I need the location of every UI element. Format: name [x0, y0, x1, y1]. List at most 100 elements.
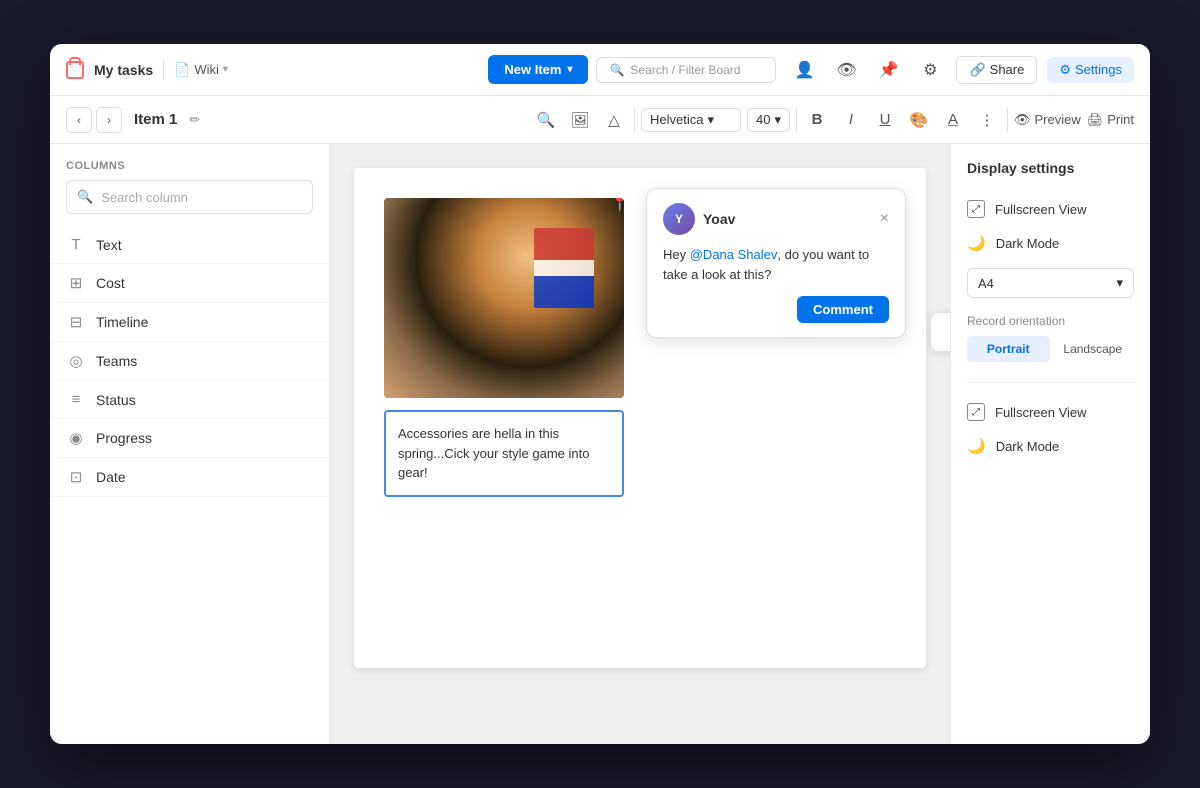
lock-icon — [66, 61, 84, 79]
moon-icon-2: 🌙 — [967, 437, 986, 455]
portrait-button[interactable]: Portrait — [967, 336, 1050, 362]
sidebar-item-timeline[interactable]: ⊟ Timeline — [50, 303, 329, 342]
print-icon: 🖨 — [1087, 112, 1104, 128]
page-size-dropdown[interactable]: A4 ▾ — [967, 268, 1134, 298]
sidebar-item-status[interactable]: ≡ Status — [50, 381, 329, 419]
display-settings-title: Display settings — [967, 160, 1134, 176]
toolbar-nav: ‹ › — [66, 107, 122, 133]
image-icon[interactable]: 🖼 — [566, 106, 594, 134]
align-left-button[interactable]: ≡ — [941, 319, 950, 345]
edit-icon[interactable]: ✏ — [189, 112, 200, 128]
print-button[interactable]: 🖨 Print — [1087, 112, 1134, 128]
landscape-button[interactable]: Landscape — [1052, 336, 1135, 362]
align-toolbar: ≡ ≡ ≡ ↕ ☰ ☰▾ — [930, 312, 950, 352]
dark-mode-row-2[interactable]: 🌙 Dark Mode — [967, 429, 1134, 463]
underline-button[interactable]: U — [871, 106, 899, 134]
search-icon: 🔍 — [77, 189, 93, 205]
share-icon: 🔗 — [969, 62, 985, 78]
doc-icon: 📄 — [174, 62, 190, 78]
cost-icon: ⊞ — [66, 274, 86, 292]
back-button[interactable]: ‹ — [66, 107, 92, 133]
forward-button[interactable]: › — [96, 107, 122, 133]
comment-bubble: Y Yoav × Hey @Dana Shalev, do you want t… — [646, 188, 906, 338]
main-content: Columns 🔍 Search column T Text ⊞ Cost ⊟ … — [50, 144, 1150, 744]
search-icon: 🔍 — [609, 63, 624, 77]
sidebar-item-date[interactable]: ⊡ Date — [50, 458, 329, 497]
topbar-left: My tasks 📄 Wiki ▾ — [66, 60, 476, 80]
preview-button[interactable]: 👁 Preview — [1014, 112, 1081, 128]
new-item-button[interactable]: New Item ▾ — [488, 55, 588, 84]
chevron-down-icon: ▾ — [567, 64, 572, 75]
sidebar-item-progress[interactable]: ◉ Progress — [50, 419, 329, 458]
sidebar-item-teams[interactable]: ◎ Teams — [50, 342, 329, 381]
orientation-title: Record orientation — [967, 314, 1134, 328]
topbar-center: New Item ▾ 🔍 Search / Filter Board — [488, 55, 776, 84]
editor-toolbar: ‹ › Item 1 ✏ 🔍 🖼 △ Helvetica ▾ 40 ▾ B I … — [50, 96, 1150, 144]
italic-button[interactable]: I — [837, 106, 865, 134]
settings-button[interactable]: ⚙ Settings — [1047, 57, 1134, 83]
moon-icon: 🌙 — [967, 234, 986, 252]
columns-title: Columns — [50, 160, 329, 180]
zoom-icon[interactable]: 🔍 — [532, 106, 560, 134]
my-tasks-label[interactable]: My tasks — [94, 62, 153, 78]
text-box[interactable]: Accessories are hella in this spring...C… — [384, 410, 624, 497]
orientation-options: Portrait Landscape — [967, 336, 1134, 362]
comment-header: Y Yoav × — [663, 203, 889, 235]
topbar: My tasks 📄 Wiki ▾ New Item ▾ 🔍 Search / … — [50, 44, 1150, 96]
fullscreen-row[interactable]: ⤢ Fullscreen View — [967, 192, 1134, 226]
commenter-name: Yoav — [703, 211, 735, 227]
status-icon: ≡ — [66, 391, 86, 408]
wiki-button[interactable]: 📄 Wiki ▾ — [174, 62, 228, 78]
highlight-icon[interactable]: 🎨 — [905, 106, 933, 134]
date-icon: ⊡ — [66, 468, 86, 486]
fullscreen-row-2[interactable]: ⤢ Fullscreen View — [967, 395, 1134, 429]
sidebar: Columns 🔍 Search column T Text ⊞ Cost ⊟ … — [50, 144, 330, 744]
divider — [634, 108, 635, 132]
chevron-down-icon: ▾ — [1116, 275, 1123, 291]
font-size-select[interactable]: 40 ▾ — [747, 108, 790, 132]
document-page: 📍 Accessories are hella in this spring..… — [354, 168, 926, 668]
close-icon[interactable]: × — [880, 210, 889, 228]
dark-mode-row[interactable]: 🌙 Dark Mode — [967, 226, 1134, 260]
fullscreen-icon: ⤢ — [967, 200, 985, 218]
chevron-down-icon: ▾ — [707, 112, 714, 128]
font-family-select[interactable]: Helvetica ▾ — [641, 108, 741, 132]
comment-submit-button[interactable]: Comment — [797, 296, 889, 323]
chevron-down-icon: ▾ — [223, 64, 228, 75]
pin-icon[interactable]: 📌 — [872, 54, 904, 86]
canvas-area: ≡ ≡ ≡ ↕ ☰ ☰▾ 📍 Accessories are hella in … — [330, 144, 950, 744]
timeline-icon: ⊟ — [66, 313, 86, 331]
chevron-down-icon: ▾ — [774, 112, 781, 128]
app-window: My tasks 📄 Wiki ▾ New Item ▾ 🔍 Search / … — [50, 44, 1150, 744]
share-button[interactable]: 🔗 Share — [956, 56, 1037, 84]
divider — [796, 108, 797, 132]
mention-link[interactable]: @Dana Shalev — [690, 247, 778, 262]
divider — [1007, 108, 1008, 132]
shape-icon[interactable]: △ — [600, 106, 628, 134]
search-bar[interactable]: 🔍 Search / Filter Board — [596, 57, 776, 83]
text-color-icon[interactable]: A — [939, 106, 967, 134]
toolbar-tools: 🔍 🖼 △ Helvetica ▾ 40 ▾ B I U 🎨 A ⋮ 👁 Pre… — [532, 106, 1134, 134]
teams-icon: ◎ — [66, 352, 86, 370]
sidebar-item-text[interactable]: T Text — [50, 226, 329, 264]
sidebar-item-cost[interactable]: ⊞ Cost — [50, 264, 329, 303]
divider — [163, 60, 164, 80]
filter-icon[interactable]: ⚙ — [914, 54, 946, 86]
avatar: Y — [663, 203, 695, 235]
eye-icon: 👁 — [1014, 112, 1031, 128]
topbar-right: 👤 👁 📌 ⚙ 🔗 Share ⚙ Settings — [788, 54, 1134, 86]
more-options-icon[interactable]: ⋮ — [973, 106, 1001, 134]
fullscreen-icon-2: ⤢ — [967, 403, 985, 421]
fashion-image: 📍 — [384, 198, 624, 398]
location-pin-icon: 📍 — [606, 198, 624, 216]
text-icon: T — [66, 236, 86, 253]
user-icon[interactable]: 👤 — [788, 54, 820, 86]
gear-icon: ⚙ — [1059, 62, 1071, 78]
bold-button[interactable]: B — [803, 106, 831, 134]
divider — [967, 382, 1134, 383]
right-panel: Display settings ⤢ Fullscreen View 🌙 Dar… — [950, 144, 1150, 744]
search-column-input[interactable]: 🔍 Search column — [66, 180, 313, 214]
page-title: Item 1 — [134, 111, 177, 128]
eye-icon[interactable]: 👁 — [830, 54, 862, 86]
progress-icon: ◉ — [66, 429, 86, 447]
